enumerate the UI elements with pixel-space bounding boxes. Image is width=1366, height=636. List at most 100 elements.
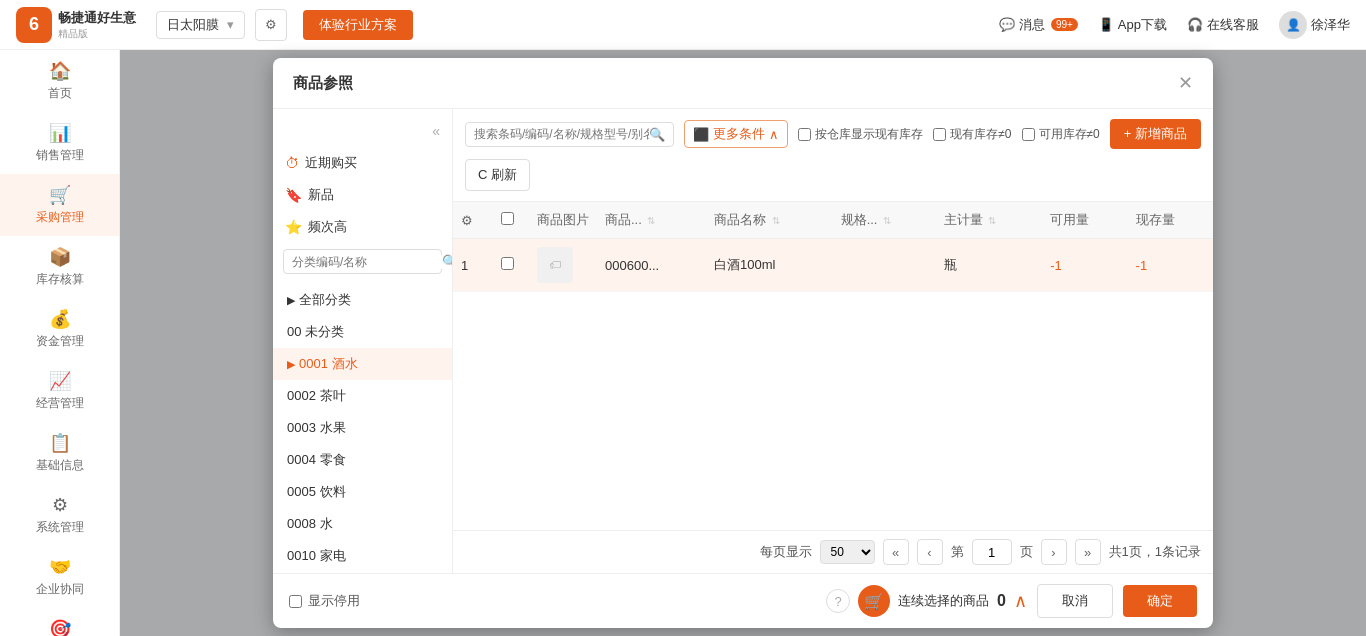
- cat-item-0002[interactable]: 0002 茶叶: [273, 380, 452, 412]
- messages-label: 消息: [1019, 16, 1045, 34]
- sidebar-label-finance: 资金管理: [36, 333, 84, 350]
- product-table: ⚙ 商品图片 商品...: [453, 202, 1213, 530]
- sidebar-item-enterprise[interactable]: 🤝 企业协同: [0, 546, 119, 608]
- show-disabled-checkbox[interactable]: 显示停用: [289, 592, 360, 610]
- usable-stock-checkbox[interactable]: 可用库存≠0: [1022, 126, 1100, 143]
- left-panel-actions: «: [273, 119, 452, 147]
- sidebar-item-inventory[interactable]: 📦 库存核算: [0, 236, 119, 298]
- col-check: [493, 202, 529, 239]
- cat-0001-label: 0001 酒水: [299, 355, 358, 373]
- avatar: 👤: [1279, 11, 1307, 39]
- add-product-button[interactable]: + 新增商品: [1110, 119, 1201, 149]
- settings-button[interactable]: ⚙: [255, 9, 287, 41]
- first-page-button[interactable]: «: [883, 539, 909, 565]
- operations-icon: 📈: [49, 370, 71, 392]
- category-search-input[interactable]: [292, 255, 442, 269]
- warehouse-stock-checkbox[interactable]: 按仓库显示现有库存: [798, 126, 923, 143]
- product-reference-modal: 商品参照 ✕ « ⏱ 近期购买 🔖 新品: [273, 58, 1213, 628]
- user-item[interactable]: 👤 徐泽华: [1279, 11, 1350, 39]
- app-version: 精品版: [58, 27, 136, 41]
- chevron-down-icon: ▾: [227, 17, 234, 32]
- col-code[interactable]: 商品... ⇅: [597, 202, 706, 239]
- cat-item-0004[interactable]: 0004 零食: [273, 444, 452, 476]
- mobile-icon: 📱: [1098, 17, 1114, 32]
- col-unit[interactable]: 主计量 ⇅: [936, 202, 1042, 239]
- expand-icon: ▶: [287, 294, 295, 307]
- product-search-wrap: 🔍: [465, 122, 674, 147]
- row-current: -1: [1128, 239, 1213, 292]
- sidebar-label-inventory: 库存核算: [36, 271, 84, 288]
- help-button[interactable]: ?: [826, 589, 850, 613]
- available-stock-input[interactable]: [933, 128, 946, 141]
- pagination-summary: 共1页，1条记录: [1109, 543, 1201, 561]
- sidebar-item-finance[interactable]: 💰 资金管理: [0, 298, 119, 360]
- app-download-label: App下载: [1118, 16, 1167, 34]
- app-download-item[interactable]: 📱 App下载: [1098, 16, 1167, 34]
- cat-item-0008[interactable]: 0008 水: [273, 508, 452, 540]
- messages-item[interactable]: 💬 消息 99+: [999, 16, 1078, 34]
- show-disabled-input[interactable]: [289, 595, 302, 608]
- nav-new-product[interactable]: 🔖 新品: [273, 179, 452, 211]
- cat-item-all[interactable]: ▶ 全部分类: [273, 284, 452, 316]
- system-icon: ⚙: [52, 494, 68, 516]
- sidebar-item-basic-info[interactable]: 📋 基础信息: [0, 422, 119, 484]
- last-page-button[interactable]: »: [1075, 539, 1101, 565]
- sidebar-item-purchase[interactable]: 🛒 采购管理: [0, 174, 119, 236]
- cat-item-00[interactable]: 00 未分类: [273, 316, 452, 348]
- collapse-left-panel-button[interactable]: «: [432, 123, 440, 139]
- cat-item-0005[interactable]: 0005 饮料: [273, 476, 452, 508]
- trial-button[interactable]: 体验行业方案: [303, 10, 413, 40]
- usable-stock-input[interactable]: [1022, 128, 1035, 141]
- more-conditions-button[interactable]: ⬛ 更多条件 ∧: [684, 120, 788, 148]
- main-layout: 🏠 首页 📊 销售管理 🛒 采购管理 📦 库存核算 💰 资金管理 📈 经营管理 …: [0, 50, 1366, 636]
- online-service-item[interactable]: 🎧 在线客服: [1187, 16, 1259, 34]
- refresh-button[interactable]: C 刷新: [465, 159, 530, 191]
- page-size-select[interactable]: 50 100 200: [820, 540, 875, 564]
- confirm-button[interactable]: 确定: [1123, 585, 1197, 617]
- sidebar-item-operations[interactable]: 📈 经营管理: [0, 360, 119, 422]
- nav-frequent[interactable]: ⭐ 频次高: [273, 211, 452, 243]
- table-row[interactable]: 1 🏷 000600...: [453, 239, 1213, 292]
- product-image: 🏷: [537, 247, 573, 283]
- col-current: 现存量: [1128, 202, 1213, 239]
- next-page-button[interactable]: ›: [1041, 539, 1067, 565]
- select-all-checkbox[interactable]: [501, 212, 514, 225]
- sidebar-item-system[interactable]: ⚙ 系统管理: [0, 484, 119, 546]
- col-name[interactable]: 商品名称 ⇅: [706, 202, 833, 239]
- usable-stock-label: 可用库存≠0: [1039, 126, 1100, 143]
- warehouse-stock-input[interactable]: [798, 128, 811, 141]
- sidebar-item-guide[interactable]: 🎯 新手引导: [0, 608, 119, 636]
- cat-item-0001[interactable]: ▶ 0001 酒水: [273, 348, 452, 380]
- collapse-cart-button[interactable]: ∧: [1014, 590, 1027, 612]
- sidebar-label-enterprise: 企业协同: [36, 581, 84, 598]
- cat-item-0003[interactable]: 0003 水果: [273, 412, 452, 444]
- inventory-icon: 📦: [49, 246, 71, 268]
- settings-icon[interactable]: ⚙: [461, 213, 473, 228]
- store-selector[interactable]: 日太阳膜 ▾: [156, 11, 245, 39]
- sidebar-label-system: 系统管理: [36, 519, 84, 536]
- row-check[interactable]: [493, 239, 529, 292]
- category-search: 🔍: [283, 249, 442, 274]
- cat-item-0010[interactable]: 0010 家电: [273, 540, 452, 572]
- nav-recent-purchase[interactable]: ⏱ 近期购买: [273, 147, 452, 179]
- prev-page-button[interactable]: ‹: [917, 539, 943, 565]
- col-spec[interactable]: 规格... ⇅: [833, 202, 936, 239]
- available-stock-checkbox[interactable]: 现有库存≠0: [933, 126, 1011, 143]
- message-icon: 💬: [999, 17, 1015, 32]
- cancel-button[interactable]: 取消: [1037, 584, 1113, 618]
- modal-close-button[interactable]: ✕: [1178, 72, 1193, 94]
- row-unit: 瓶: [936, 239, 1042, 292]
- filter-bar: 🔍 ⬛ 更多条件 ∧ 按仓库显示现有库存: [453, 109, 1213, 202]
- page-number-input[interactable]: [972, 539, 1012, 565]
- product-search-input[interactable]: [474, 127, 649, 141]
- row-checkbox[interactable]: [501, 257, 514, 270]
- row-code: 000600...: [597, 239, 706, 292]
- pagination-bar: 每页显示 50 100 200 « ‹ 第: [453, 530, 1213, 573]
- sidebar-item-sales[interactable]: 📊 销售管理: [0, 112, 119, 174]
- sidebar-item-home[interactable]: 🏠 首页: [0, 50, 119, 112]
- finance-icon: 💰: [49, 308, 71, 330]
- headset-icon: 🎧: [1187, 17, 1203, 32]
- basic-info-icon: 📋: [49, 432, 71, 454]
- cart-icon: 🛒: [858, 585, 890, 617]
- logo-text: 畅捷通好生意 精品版: [58, 9, 136, 41]
